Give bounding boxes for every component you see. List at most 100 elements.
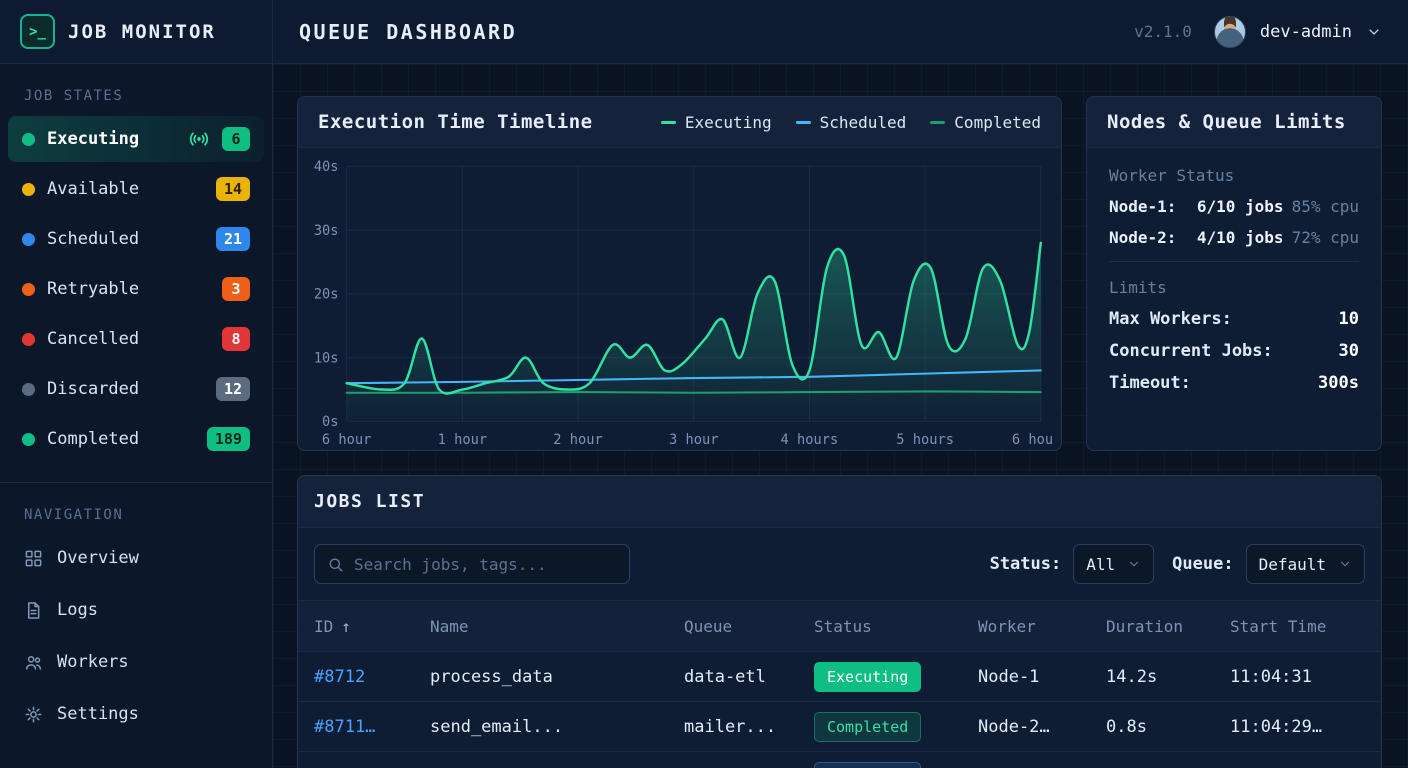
select-value: All [1086, 554, 1116, 574]
sidebar-state-available[interactable]: Available 14 [8, 166, 264, 212]
nodes-title: Nodes & Queue Limits [1107, 111, 1346, 133]
worker-stats: 6/10 jobs 85% cpu [1197, 197, 1359, 216]
legend-label: Completed [954, 112, 1041, 132]
queue-select[interactable]: Default [1245, 544, 1365, 584]
sidebar-item-logs[interactable]: Logs [8, 587, 264, 633]
table-row[interactable]: #8711… send_email... mailer... Completed Nod… [298, 702, 1381, 752]
worker-status-heading: Worker Status [1109, 166, 1235, 185]
nav-label: Settings [57, 704, 139, 724]
svg-text:20s: 20s [314, 286, 339, 302]
column-label: Worker [978, 616, 1036, 636]
table-header: ID ↑ Name Queue Status Worker Duration Start Ti… [298, 600, 1381, 652]
state-label: Scheduled [47, 229, 140, 249]
limit-row: Timeout: 300s [1109, 373, 1359, 393]
main-area: QUEUE DASHBOARD v2.1.0 dev-admin Executi… [273, 0, 1408, 768]
timeline-card-header: Execution Time Timeline Executing Schedul… [298, 97, 1061, 148]
sidebar-state-scheduled[interactable]: Scheduled 21 [8, 216, 264, 262]
sidebar-state-discarded[interactable]: Discarded 12 [8, 366, 264, 412]
worker-row: Node-1: 6/10 jobs 85% cpu [1109, 197, 1359, 216]
sidebar: >_ JOB MONITOR JOB STATES Executing 6 Avai… [0, 0, 273, 768]
table-row[interactable]: #8712 process_data data-etl Executing Node-1… [298, 652, 1381, 702]
filter-label-queue: Queue: [1172, 554, 1234, 574]
svg-text:4 hours: 4 hours [781, 432, 839, 448]
state-label: Completed [47, 429, 140, 449]
filters: Status: All Queue: Default [990, 544, 1365, 584]
state-count-badge: 12 [215, 377, 250, 401]
state-count-badge: 21 [215, 227, 250, 251]
navigation-list: Overview Logs Workers Settings [0, 535, 272, 737]
job-start-time: 11:04:29… [1230, 716, 1323, 737]
column-label: Status [814, 616, 872, 636]
column-header-worker[interactable]: Worker [962, 617, 1090, 636]
legend-label: Scheduled [819, 112, 907, 132]
logo-glyph: >_ [29, 23, 46, 40]
jobs-card: JOBS LIST Status: All Queue: Default ID ↑ Nam… [297, 475, 1382, 768]
state-label: Retryable [47, 279, 140, 299]
chevron-down-icon[interactable] [1366, 24, 1382, 40]
avatar[interactable] [1213, 15, 1246, 48]
state-dot-icon [22, 332, 35, 346]
sidebar-item-workers[interactable]: Workers [8, 639, 264, 685]
top-row: Execution Time Timeline Executing Schedul… [297, 96, 1382, 451]
status-select[interactable]: All [1073, 544, 1155, 584]
sidebar-state-retryable[interactable]: Retryable 3 [8, 266, 264, 312]
sidebar-item-overview[interactable]: Overview [8, 535, 264, 581]
timeline-chart-svg: 0s 10s 20s 30s 40s 6 hour 1 hour 2 hour 3 hour 4 … [314, 159, 1061, 448]
sidebar-state-executing[interactable]: Executing 6 [8, 116, 264, 162]
sidebar-state-completed[interactable]: Completed 189 [8, 416, 264, 462]
worker-cpu: 72% cpu [1291, 228, 1359, 247]
legend-item-scheduled: Scheduled [795, 112, 907, 132]
job-status-cell: Completed [798, 711, 962, 742]
job-duration: 0.8s [1106, 716, 1147, 737]
content: Execution Time Timeline Executing Schedul… [273, 64, 1408, 768]
column-header-duration[interactable]: Duration [1090, 617, 1214, 636]
svg-text:6 hours: 6 hours [1012, 432, 1055, 448]
job-name: process_data [430, 666, 553, 687]
legend-dash [660, 120, 676, 124]
table-body: #8712 process_data data-etl Executing Node-1… [298, 652, 1381, 768]
sidebar-item-settings[interactable]: Settings [8, 691, 264, 737]
chart-legend: Executing Scheduled Completed [660, 112, 1041, 132]
state-label: Executing [47, 129, 140, 149]
column-label: Start Time [1230, 616, 1327, 636]
search-input[interactable] [354, 554, 617, 574]
worker-list: Node-1: 6/10 jobs 85% cpu Node-2: 4/10 jobs 7… [1109, 197, 1359, 247]
terminal-logo-icon: >_ [20, 14, 55, 49]
table-row[interactable]: #8710process_datamailer…ScheduledNode-10… [298, 752, 1381, 768]
chevron-down-icon [1127, 557, 1141, 571]
state-count-badge: 8 [222, 327, 250, 351]
legend-label: Executing [684, 112, 772, 132]
column-header-status[interactable]: Status [798, 617, 962, 636]
worker-jobs: 4/10 jobs [1196, 228, 1284, 247]
username[interactable]: dev-admin [1260, 22, 1352, 42]
app-title: JOB MONITOR [68, 20, 216, 43]
nodes-body: Worker Status Node-1: 6/10 jobs 85% cpu Nod… [1087, 148, 1381, 423]
svg-text:30s: 30s [314, 223, 339, 239]
state-dot-icon [22, 232, 35, 246]
gear-icon [24, 705, 43, 724]
document-icon [24, 601, 43, 620]
svg-text:5 hours: 5 hours [896, 432, 954, 448]
job-id-link[interactable]: #8712 [298, 667, 414, 687]
worker-cpu: 85% cpu [1291, 197, 1359, 216]
job-worker: Node-2… [978, 716, 1050, 737]
nodes-card-header: Nodes & Queue Limits [1087, 97, 1381, 148]
column-label: Duration [1106, 616, 1184, 636]
svg-text:0s: 0s [322, 414, 338, 430]
search-box[interactable] [314, 544, 630, 584]
state-label: Cancelled [47, 329, 140, 349]
sidebar-state-cancelled[interactable]: Cancelled 8 [8, 316, 264, 362]
column-header-start-time[interactable]: Start Time [1214, 617, 1381, 636]
status-badge: Executing [814, 661, 922, 692]
job-worker: Node-1 [978, 666, 1040, 687]
status-badge: Scheduled [814, 761, 922, 768]
column-header-name[interactable]: Name [414, 617, 668, 636]
job-name: send_email... [430, 716, 564, 737]
column-header-id[interactable]: ID ↑ [298, 617, 414, 636]
sidebar-divider [0, 482, 272, 483]
nodes-card: Nodes & Queue Limits Worker Status Node-… [1086, 96, 1382, 451]
worker-name: Node-2: [1109, 228, 1177, 247]
job-id-link[interactable]: #8711… [298, 717, 414, 737]
filter-queue: Queue: Default [1172, 544, 1365, 584]
column-header-queue[interactable]: Queue [668, 617, 798, 636]
